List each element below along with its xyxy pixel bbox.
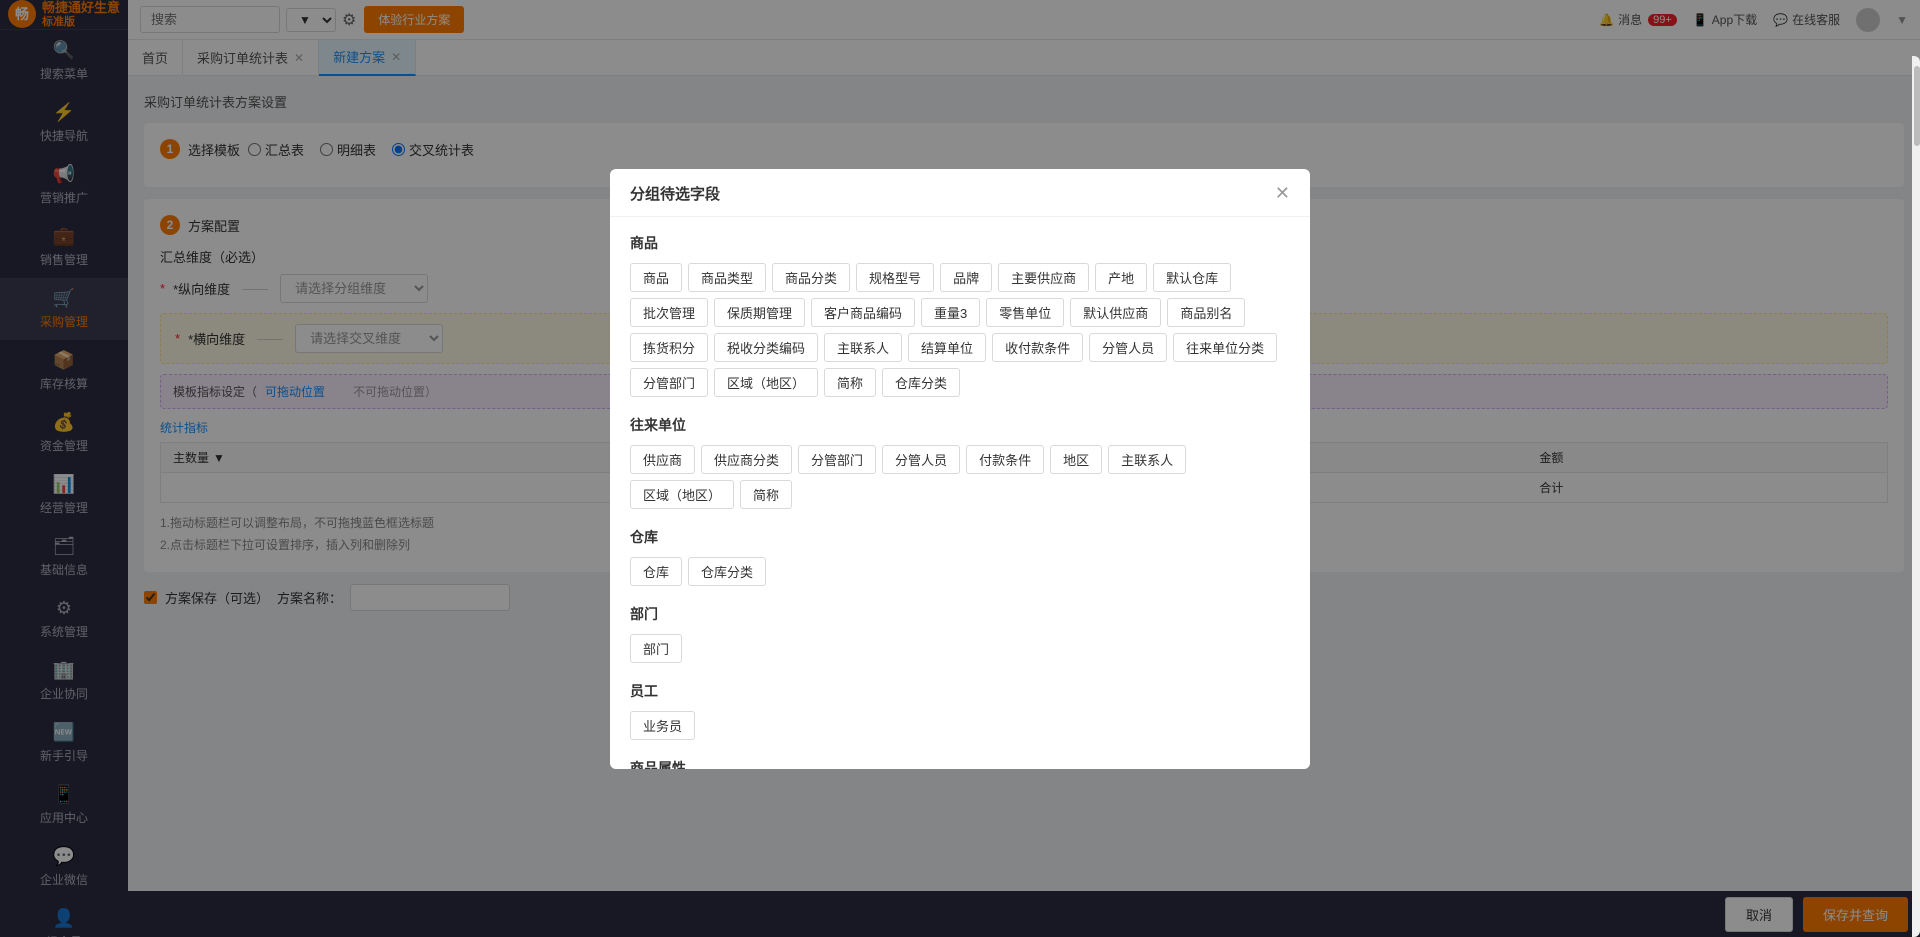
field-tag-业务员[interactable]: 业务员 — [630, 711, 695, 740]
section-title-往来单位: 往来单位 — [630, 415, 1290, 435]
section-title-商品: 商品 — [630, 233, 1290, 253]
field-tag-供应商[interactable]: 供应商 — [630, 445, 695, 474]
field-tag-分管人员[interactable]: 分管人员 — [882, 445, 960, 474]
field-tag-商品[interactable]: 商品 — [630, 263, 682, 292]
field-tag-往来单位分类[interactable]: 往来单位分类 — [1173, 333, 1277, 362]
field-tag-客户商品编码[interactable]: 客户商品编码 — [811, 298, 915, 327]
field-tag-仓库[interactable]: 仓库 — [630, 557, 682, 586]
modal-dialog: 分组待选字段 ✕ 商品商品商品类型商品分类规格型号品牌主要供应商产地默认仓库批次… — [610, 169, 1310, 769]
field-tag-简称[interactable]: 简称 — [824, 368, 876, 397]
modal-section-商品: 商品商品商品类型商品分类规格型号品牌主要供应商产地默认仓库批次管理保质期管理客户… — [630, 233, 1290, 397]
field-tag-默认仓库[interactable]: 默认仓库 — [1153, 263, 1231, 292]
field-tag-付款条件[interactable]: 付款条件 — [966, 445, 1044, 474]
field-tag-区域（地区）[interactable]: 区域（地区） — [714, 368, 818, 397]
modal-overlay[interactable]: 分组待选字段 ✕ 商品商品商品类型商品分类规格型号品牌主要供应商产地默认仓库批次… — [0, 0, 1920, 937]
modal-title: 分组待选字段 — [630, 183, 720, 204]
field-tag-保质期管理[interactable]: 保质期管理 — [714, 298, 805, 327]
field-tag-主要供应商[interactable]: 主要供应商 — [998, 263, 1089, 292]
section-title-部门: 部门 — [630, 604, 1290, 624]
field-tag-零售单位[interactable]: 零售单位 — [986, 298, 1064, 327]
modal-section-部门: 部门部门 — [630, 604, 1290, 663]
field-tag-产地[interactable]: 产地 — [1095, 263, 1147, 292]
field-tag-税收分类编码[interactable]: 税收分类编码 — [714, 333, 818, 362]
field-tag-简称[interactable]: 简称 — [740, 480, 792, 509]
field-tag-批次管理[interactable]: 批次管理 — [630, 298, 708, 327]
field-tag-品牌[interactable]: 品牌 — [940, 263, 992, 292]
modal-section-仓库: 仓库仓库仓库分类 — [630, 527, 1290, 586]
modal-section-员工: 员工业务员 — [630, 681, 1290, 740]
field-tag-商品分类[interactable]: 商品分类 — [772, 263, 850, 292]
field-tag-商品别名[interactable]: 商品别名 — [1167, 298, 1245, 327]
field-tag-地区[interactable]: 地区 — [1050, 445, 1102, 474]
field-tag-规格型号[interactable]: 规格型号 — [856, 263, 934, 292]
field-tag-主联系人[interactable]: 主联系人 — [824, 333, 902, 362]
field-tag-仓库分类[interactable]: 仓库分类 — [882, 368, 960, 397]
scrollbar-thumb[interactable] — [1914, 66, 1920, 146]
section-title-商品属性: 商品属性 — [630, 758, 1290, 769]
section-title-仓库: 仓库 — [630, 527, 1290, 547]
modal-close-button[interactable]: ✕ — [1275, 183, 1290, 204]
field-tag-收付款条件[interactable]: 收付款条件 — [992, 333, 1083, 362]
field-tag-区域（地区）[interactable]: 区域（地区） — [630, 480, 734, 509]
modal-scrollbar[interactable] — [1912, 56, 1920, 937]
modal-body: 商品商品商品类型商品分类规格型号品牌主要供应商产地默认仓库批次管理保质期管理客户… — [610, 217, 1310, 769]
field-tag-结算单位[interactable]: 结算单位 — [908, 333, 986, 362]
field-tag-默认供应商[interactable]: 默认供应商 — [1070, 298, 1161, 327]
field-tag-主联系人[interactable]: 主联系人 — [1108, 445, 1186, 474]
modal-header: 分组待选字段 ✕ — [610, 169, 1310, 217]
field-tag-重量3[interactable]: 重量3 — [921, 298, 980, 327]
field-tag-分管部门[interactable]: 分管部门 — [798, 445, 876, 474]
field-tag-仓库分类[interactable]: 仓库分类 — [688, 557, 766, 586]
field-tag-分管部门[interactable]: 分管部门 — [630, 368, 708, 397]
modal-section-往来单位: 往来单位供应商供应商分类分管部门分管人员付款条件地区主联系人区域（地区）简称 — [630, 415, 1290, 509]
field-tag-商品类型[interactable]: 商品类型 — [688, 263, 766, 292]
field-tag-分管人员[interactable]: 分管人员 — [1089, 333, 1167, 362]
modal-section-商品属性: 商品属性属性颜色多规格尺码鞋码1 — [630, 758, 1290, 769]
section-title-员工: 员工 — [630, 681, 1290, 701]
field-tag-部门[interactable]: 部门 — [630, 634, 682, 663]
field-tag-拣货积分[interactable]: 拣货积分 — [630, 333, 708, 362]
field-tag-供应商分类[interactable]: 供应商分类 — [701, 445, 792, 474]
